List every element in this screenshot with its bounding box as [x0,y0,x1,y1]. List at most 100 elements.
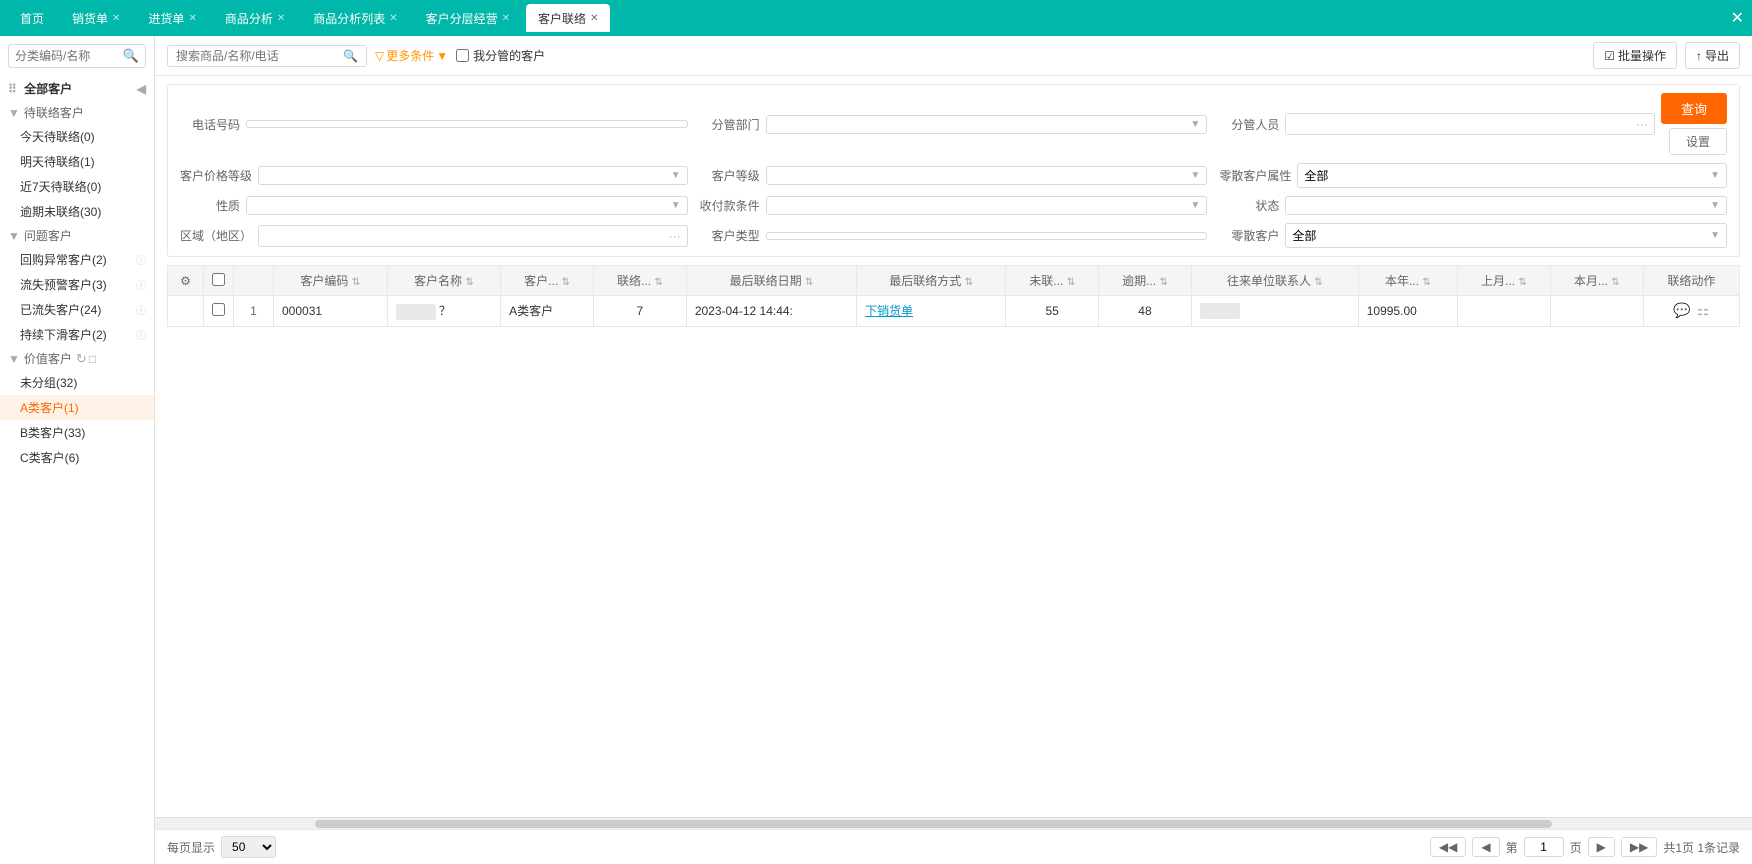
table-row: 1 000031 ？ A类客户 7 2023-04-12 14:44: 下销货单… [168,296,1740,327]
filter-more-button[interactable]: ▽ 更多条件 ▼ [375,47,448,64]
phone-input[interactable] [246,120,688,128]
th-overdue[interactable]: 逾期... ⇅ [1099,266,1192,296]
sidebar-search-box[interactable]: 🔍 [8,44,146,68]
dept-input[interactable]: ▼ [766,115,1208,134]
retail-attr-arrow-icon: ▼ [1710,170,1720,181]
settings-button[interactable]: 设置 [1669,128,1727,155]
sidebar-item-declining[interactable]: 持续下滑客户(2) ⓘ [0,322,154,347]
cell-action: 💬 ⚏ [1643,296,1739,327]
sidebar-item-tomorrow-contact[interactable]: 明天待联络(1) [0,149,154,174]
person-input[interactable]: ··· [1285,113,1655,135]
sidebar-item-ungrouped-label: 未分组(32) [20,374,77,391]
refresh-icon[interactable]: ↻ [76,351,87,367]
tab-analysis-list[interactable]: 商品分析列表 ✕ [301,4,409,32]
all-customers-header[interactable]: ⠿ 全部客户 ◀ [0,76,154,101]
collapse-icon[interactable]: ◀ [137,82,146,96]
th-last-month[interactable]: 上月... ⇅ [1457,266,1550,296]
tab-sales-close[interactable]: ✕ [112,13,120,24]
sort-icon-last-method: ⇅ [965,277,973,288]
price-level-arrow-icon: ▼ [671,170,681,181]
sidebar-item-ungrouped[interactable]: 未分组(32) [0,370,154,395]
tab-analysis-close[interactable]: ✕ [277,13,285,24]
toolbar-search-input[interactable] [176,49,339,63]
th-last-contact-method[interactable]: 最后联络方式 ⇅ [857,266,1006,296]
sidebar-item-b-class[interactable]: B类客户(33) [0,420,154,445]
prev-page-button[interactable]: ◀ [1472,837,1499,857]
tab-home[interactable]: 首页 [8,4,56,32]
share-action-icon[interactable]: ⚏ [1697,302,1710,319]
th-contact[interactable]: 联络... ⇅ [593,266,686,296]
th-name[interactable]: 客户名称 ⇅ [387,266,501,296]
th-unit-contact[interactable]: 往来单位联系人 ⇅ [1191,266,1358,296]
content-area: 🔍 ▽ 更多条件 ▼ 我分管的客户 ☑ 批量操作 ↑ 导出 [155,36,1752,864]
sidebar-item-a-class[interactable]: A类客户(1) [0,395,154,420]
customer-level-input[interactable]: ▼ [766,166,1208,185]
th-last-contact-date[interactable]: 最后联络日期 ⇅ [686,266,856,296]
tab-analysis[interactable]: 商品分析 ✕ [213,4,297,32]
sidebar-item-week-contact[interactable]: 近7天待联络(0) [0,174,154,199]
action-icons: 💬 ⚏ [1652,302,1731,319]
retail-attr-input[interactable]: 全部 ▼ [1297,163,1727,188]
select-all-checkbox[interactable] [212,273,225,286]
tab-customer-contact[interactable]: 客户联络 ✕ [526,4,610,32]
batch-checkbox-icon: ☑ [1604,49,1615,63]
tab-sales[interactable]: 销货单 ✕ [60,4,132,32]
th-code[interactable]: 客户编码 ⇅ [274,266,388,296]
horizontal-scrollbar[interactable] [155,817,1752,829]
sidebar-search-input[interactable] [15,49,123,63]
tab-analysis-list-close[interactable]: ✕ [389,13,397,24]
toolbar-search-box[interactable]: 🔍 [167,45,367,67]
first-page-button[interactable]: ◀◀ [1430,837,1466,857]
sidebar-item-repurchase-abnormal[interactable]: 回购异常客户(2) ⓘ [0,247,154,272]
settings-small-icon[interactable]: □ [89,352,96,366]
sidebar-item-repurchase-label: 回购异常客户(2) [20,251,107,268]
problem-customers-group[interactable]: ▼ 问题客户 [0,224,154,247]
sidebar-item-c-class[interactable]: C类客户(6) [0,445,154,470]
toolbar: 🔍 ▽ 更多条件 ▼ 我分管的客户 ☑ 批量操作 ↑ 导出 [155,36,1752,76]
th-gear[interactable]: ⚙ [168,266,204,296]
sidebar-item-churn-warning[interactable]: 流失预警客户(3) ⓘ [0,272,154,297]
cell-not-contacted: 55 [1006,296,1099,327]
nature-input[interactable]: ▼ [246,196,688,215]
payment-input[interactable]: ▼ [766,196,1208,215]
tab-purchase[interactable]: 进货单 ✕ [136,4,208,32]
retail-customer-input[interactable]: 全部 ▼ [1285,223,1727,248]
th-not-contacted[interactable]: 未联... ⇅ [1006,266,1099,296]
query-button[interactable]: 查询 [1661,93,1727,124]
page-size-select[interactable]: 50 100 [221,836,276,858]
export-button[interactable]: ↑ 导出 [1685,42,1740,69]
tab-customer-tier-close[interactable]: ✕ [502,13,510,24]
customer-type-input[interactable] [766,232,1208,240]
tab-customer-tier[interactable]: 客户分层经营 ✕ [414,4,522,32]
status-input[interactable]: ▼ [1285,196,1727,215]
tab-analysis-list-label: 商品分析列表 [313,10,385,27]
sidebar-item-today-contact[interactable]: 今天待联络(0) [0,124,154,149]
batch-operation-button[interactable]: ☑ 批量操作 [1593,42,1677,69]
close-all-button[interactable]: ✕ [1731,8,1744,28]
value-customers-group[interactable]: ▼ 价值客户 ↻ □ [0,347,154,370]
cell-checkbox[interactable] [204,296,234,327]
th-this-month[interactable]: 本月... ⇅ [1550,266,1643,296]
sidebar-item-churned[interactable]: 已流失客户(24) ⓘ [0,297,154,322]
my-customers-check-input[interactable] [456,49,469,62]
tab-customer-contact-close[interactable]: ✕ [590,13,598,24]
area-input[interactable]: ··· [258,225,688,247]
page-number-input[interactable] [1524,837,1564,857]
th-this-year[interactable]: 本年... ⇅ [1358,266,1457,296]
pending-contact-group[interactable]: ▼ 待联络客户 [0,101,154,124]
price-level-input[interactable]: ▼ [258,166,688,185]
my-customers-checkbox[interactable]: 我分管的客户 [456,47,545,64]
sidebar-item-overdue-contact[interactable]: 逾期未联络(30) [0,199,154,224]
cell-last-contact-method[interactable]: 下销货单 [857,296,1006,327]
customer-level-label: 客户等级 [700,167,760,184]
tab-purchase-close[interactable]: ✕ [188,13,196,24]
row-checkbox[interactable] [212,303,225,316]
th-type[interactable]: 客户... ⇅ [501,266,594,296]
page-size-label: 每页显示 [167,839,215,856]
last-page-button[interactable]: ▶▶ [1621,837,1657,857]
sidebar-search-icon: 🔍 [123,48,139,64]
next-page-button[interactable]: ▶ [1588,837,1615,857]
chat-action-icon[interactable]: 💬 [1673,302,1690,319]
area-dots-icon: ··· [669,229,681,243]
th-checkbox[interactable] [204,266,234,296]
